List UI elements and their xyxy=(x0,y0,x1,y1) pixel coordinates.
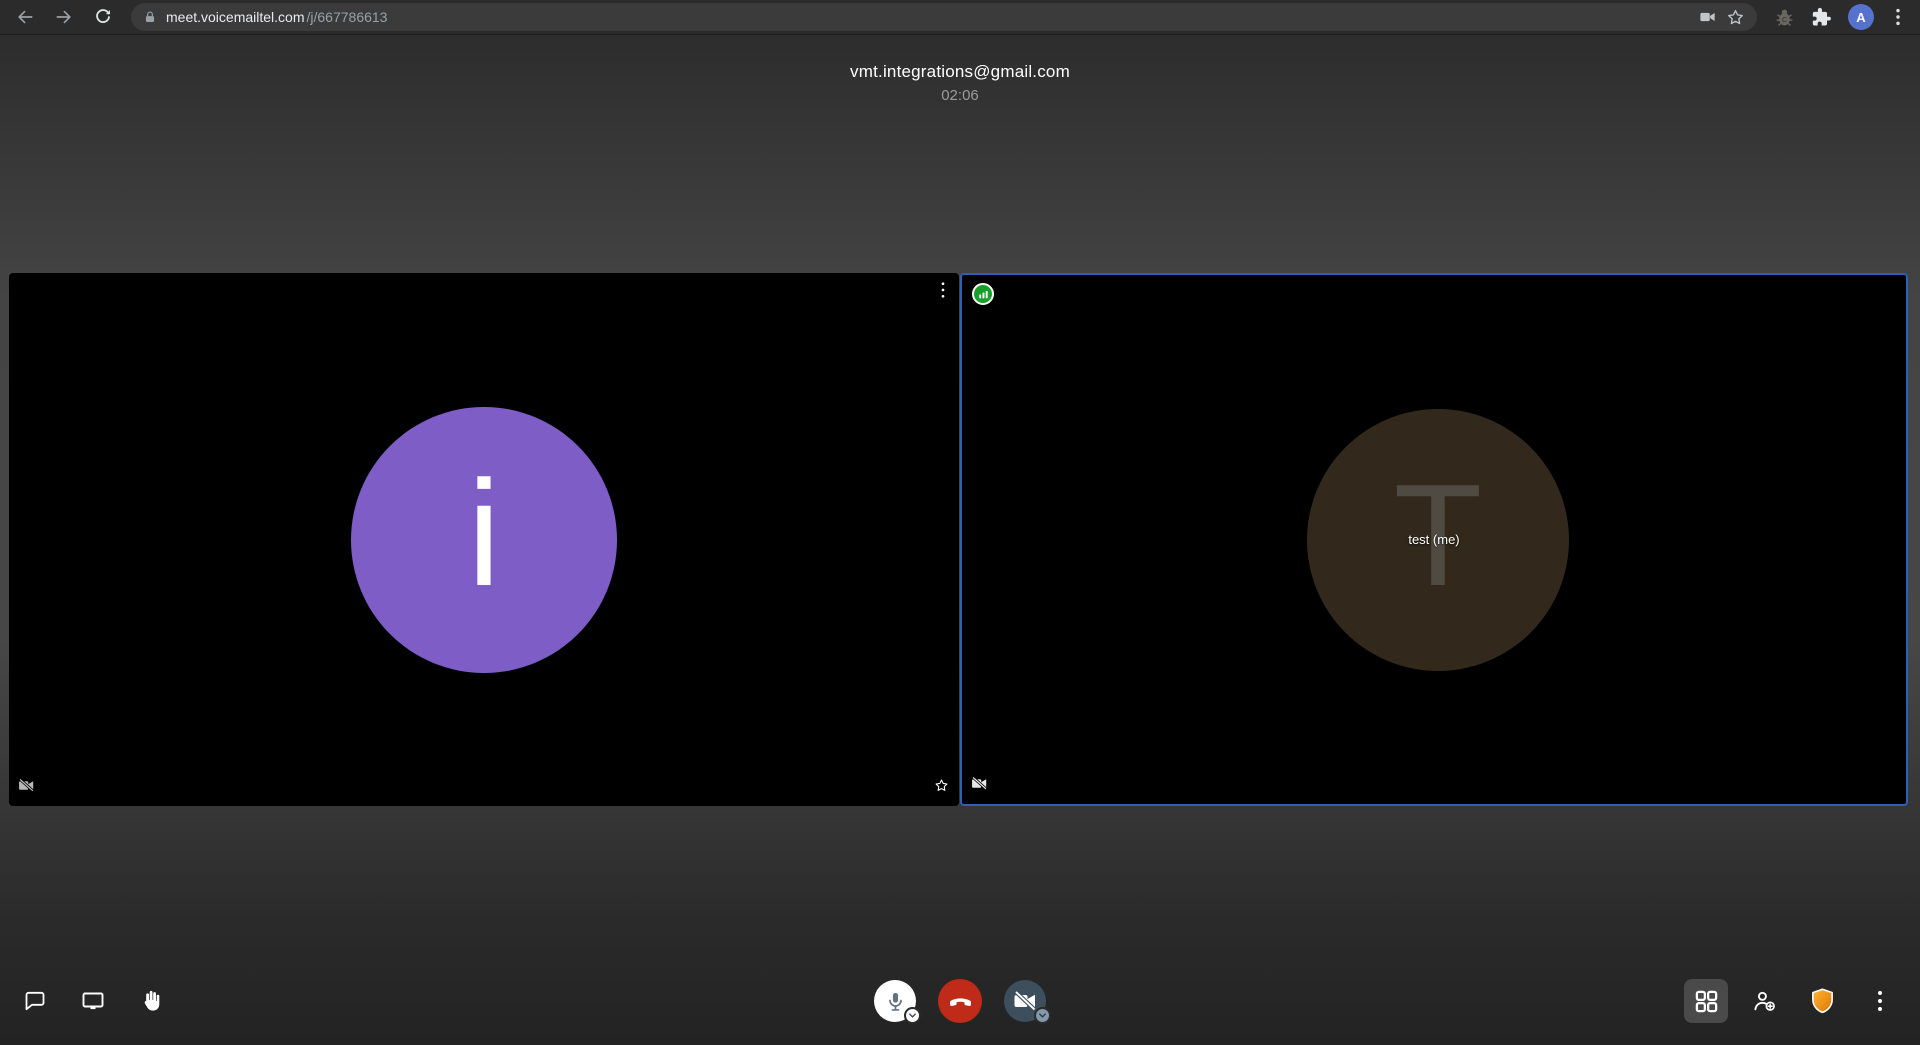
meeting-timer: 02:06 xyxy=(941,87,979,104)
camera-off-icon xyxy=(1014,990,1036,1012)
security-shield-icon xyxy=(1811,988,1833,1014)
reload-button[interactable] xyxy=(92,6,114,28)
back-arrow-icon xyxy=(18,10,33,24)
more-actions-button[interactable] xyxy=(1858,979,1902,1023)
microphone-icon xyxy=(888,992,902,1011)
chat-button[interactable] xyxy=(22,979,48,1023)
invite-participants-button[interactable] xyxy=(1742,979,1786,1023)
camera-in-use-icon[interactable] xyxy=(1698,8,1717,26)
hangup-button[interactable] xyxy=(938,979,982,1023)
svg-text:C: C xyxy=(1782,16,1787,23)
tile-view-button[interactable] xyxy=(1684,979,1728,1023)
raise-hand-icon xyxy=(144,990,160,1011)
lock-icon xyxy=(145,11,155,22)
video-muted-icon xyxy=(971,776,988,796)
chat-icon xyxy=(25,991,45,1011)
forward-button[interactable] xyxy=(53,6,75,28)
reload-icon xyxy=(96,9,110,23)
share-screen-button[interactable] xyxy=(80,979,106,1023)
star-rating-icon[interactable] xyxy=(934,778,949,798)
forward-arrow-icon xyxy=(56,10,71,24)
avatar-letter: i xyxy=(467,449,501,617)
invite-participants-icon xyxy=(1753,991,1775,1011)
hangup-icon xyxy=(949,997,971,1006)
toolbar-center xyxy=(874,979,1051,1024)
security-button[interactable] xyxy=(1800,979,1844,1023)
back-button[interactable] xyxy=(14,6,36,28)
tile-view-icon xyxy=(1695,990,1717,1012)
browser-toolbar: meet.voicemailtel.com/j/667786613 C A xyxy=(0,0,1920,35)
video-muted-icon xyxy=(18,778,35,798)
camera-button[interactable] xyxy=(1004,980,1051,1024)
avatar-letter: T xyxy=(1393,453,1483,616)
kebab-menu-icon xyxy=(941,282,945,298)
toolbar-left xyxy=(22,979,164,1023)
meeting-title: vmt.integrations@gmail.com xyxy=(850,62,1070,81)
avatar: i xyxy=(351,407,617,673)
meeting-stage: vmt.integrations@gmail.com 02:06 i T tes… xyxy=(0,35,1920,1045)
microphone-options-button[interactable] xyxy=(904,1007,921,1024)
avatar: T xyxy=(1307,409,1569,671)
tile-menu-button[interactable] xyxy=(935,279,951,301)
raise-hand-button[interactable] xyxy=(138,979,164,1023)
browser-menu-icon[interactable] xyxy=(1890,7,1906,27)
participant-tile-local[interactable]: T test (me) xyxy=(960,273,1908,806)
chevron-down-icon xyxy=(1039,1013,1046,1018)
toolbar-right xyxy=(1684,979,1902,1023)
address-bar[interactable]: meet.voicemailtel.com/j/667786613 xyxy=(131,3,1757,31)
extension-icon[interactable]: C xyxy=(1774,7,1795,28)
browser-actions: C A xyxy=(1774,4,1906,30)
profile-avatar[interactable]: A xyxy=(1848,4,1874,30)
audio-level-indicator xyxy=(972,283,994,305)
chevron-down-icon xyxy=(909,1013,916,1018)
share-screen-icon xyxy=(82,992,104,1010)
more-actions-icon xyxy=(1878,991,1882,1011)
url-domain: meet.voicemailtel.com xyxy=(166,9,305,25)
bookmark-star-icon[interactable] xyxy=(1726,8,1745,27)
extensions-puzzle-icon[interactable] xyxy=(1811,7,1832,28)
audio-bars-icon xyxy=(978,290,988,298)
participant-tile-remote[interactable]: i xyxy=(9,273,959,806)
microphone-button[interactable] xyxy=(874,980,921,1024)
url-path: /j/667786613 xyxy=(306,9,388,25)
camera-options-button[interactable] xyxy=(1034,1007,1051,1024)
